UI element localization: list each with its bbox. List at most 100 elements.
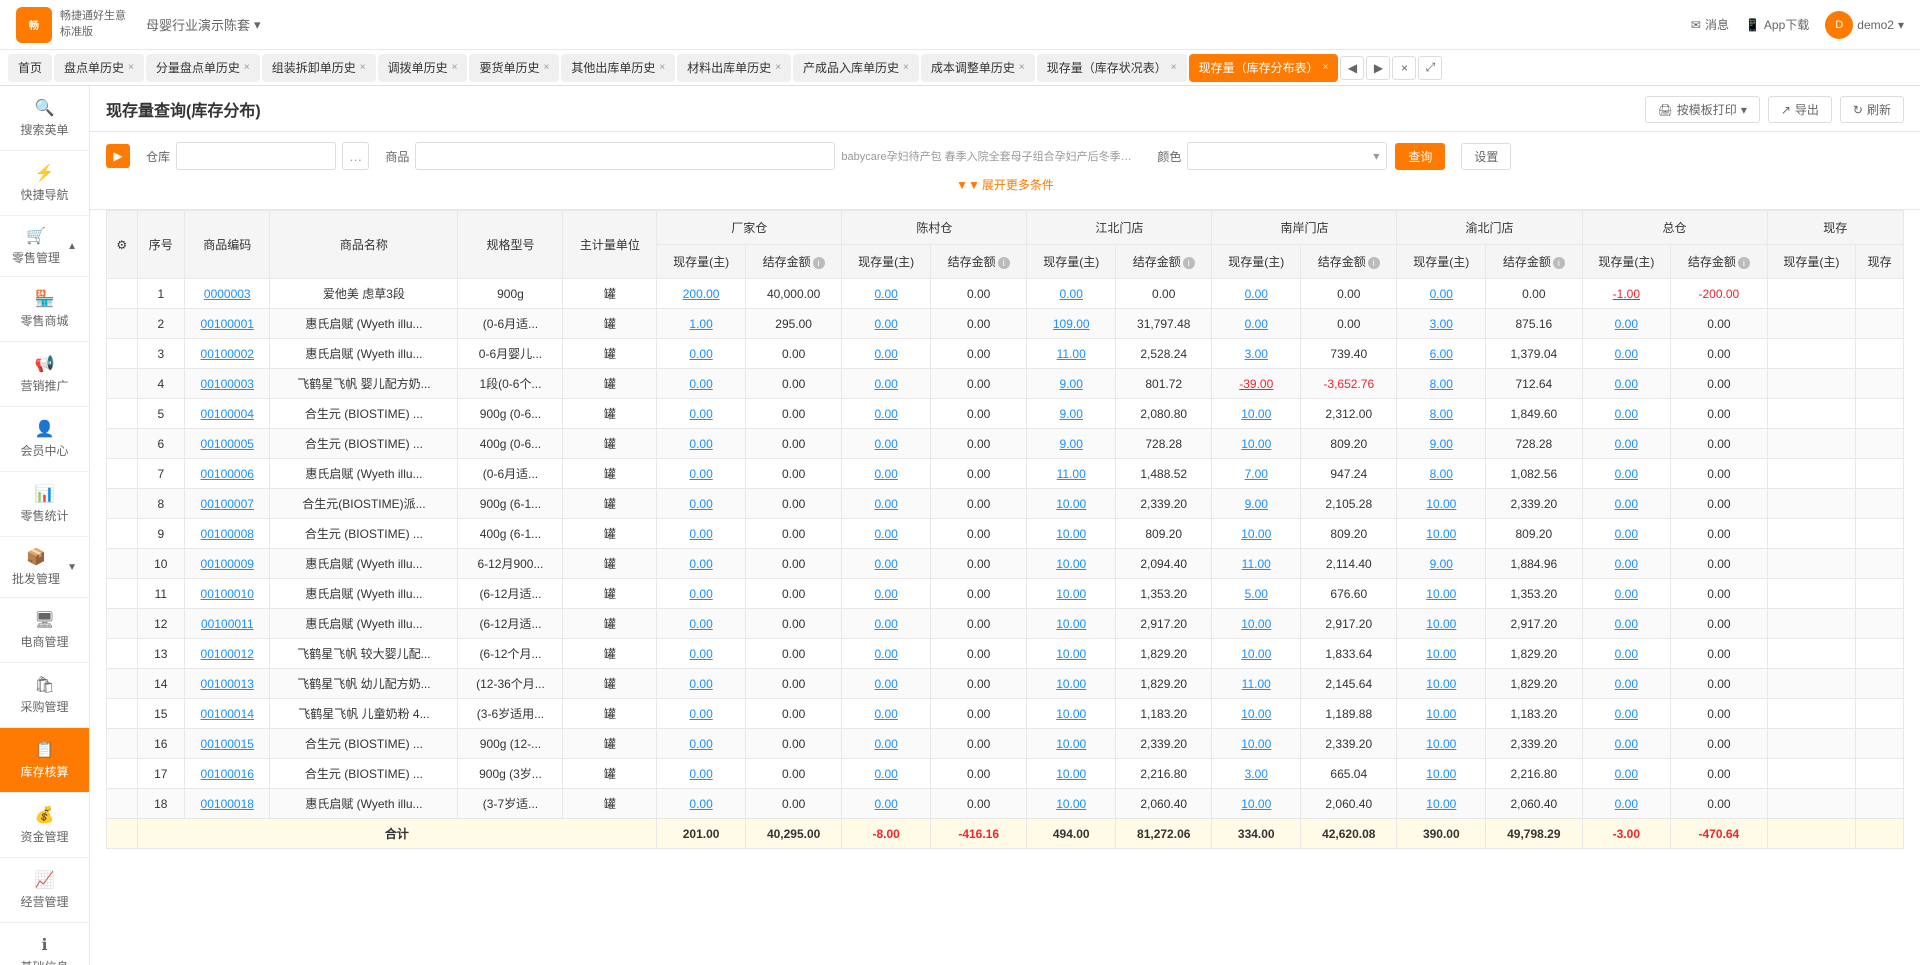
- stock-qty-cell[interactable]: 8.00: [1397, 459, 1486, 489]
- stock-qty-cell[interactable]: 7.00: [1212, 459, 1301, 489]
- query-btn[interactable]: 查询: [1395, 143, 1445, 170]
- stock-qty-cell[interactable]: 10.00: [1397, 759, 1486, 789]
- tab-next-btn[interactable]: ▶: [1366, 56, 1390, 80]
- stock-qty-cell[interactable]: 9.00: [1397, 549, 1486, 579]
- stock-qty-cell[interactable]: 0.00: [842, 459, 931, 489]
- stock-qty-cell[interactable]: 10.00: [1397, 639, 1486, 669]
- product-code-link[interactable]: 00100008: [185, 519, 270, 549]
- stock-qty-cell[interactable]: 109.00: [1027, 309, 1116, 339]
- stock-qty-cell[interactable]: 0.00: [657, 519, 746, 549]
- info-icon[interactable]: i: [998, 257, 1010, 269]
- stock-qty-cell[interactable]: 3.00: [1212, 759, 1301, 789]
- stock-qty-cell[interactable]: 0.00: [1582, 579, 1671, 609]
- stock-qty-cell[interactable]: 0.00: [1582, 429, 1671, 459]
- product-code-link[interactable]: 00100011: [185, 609, 270, 639]
- stock-qty-cell[interactable]: 8.00: [1397, 399, 1486, 429]
- stock-qty-cell[interactable]: 10.00: [1212, 639, 1301, 669]
- stock-qty-cell[interactable]: 11.00: [1212, 669, 1301, 699]
- stock-qty-cell[interactable]: 0.00: [657, 729, 746, 759]
- stock-qty-cell[interactable]: 11.00: [1212, 549, 1301, 579]
- message-btn[interactable]: ✉ 消息: [1691, 16, 1729, 33]
- tab-close-icon[interactable]: ×: [128, 62, 134, 73]
- stock-qty-cell[interactable]: 0.00: [657, 489, 746, 519]
- user-area[interactable]: D demo2 ▾: [1825, 11, 1904, 39]
- tab-transfer[interactable]: 调拨单历史 ×: [378, 54, 468, 82]
- stock-qty-cell[interactable]: -39.00: [1212, 369, 1301, 399]
- expand-conditions-btn[interactable]: ▼▼ 展开更多条件: [956, 176, 1054, 193]
- stock-qty-cell[interactable]: 10.00: [1212, 519, 1301, 549]
- stock-qty-cell[interactable]: 0.00: [842, 729, 931, 759]
- stock-qty-cell[interactable]: 11.00: [1027, 459, 1116, 489]
- stock-qty-cell[interactable]: 10.00: [1212, 699, 1301, 729]
- stock-qty-cell[interactable]: 0.00: [842, 519, 931, 549]
- product-input[interactable]: [415, 142, 835, 170]
- stock-qty-cell[interactable]: 0.00: [1582, 489, 1671, 519]
- stock-qty-cell[interactable]: 0.00: [1582, 699, 1671, 729]
- stock-qty-cell[interactable]: 11.00: [1027, 339, 1116, 369]
- tab-close-icon[interactable]: ×: [360, 62, 366, 73]
- product-code-link[interactable]: 00100015: [185, 729, 270, 759]
- tab-close-icon[interactable]: ×: [1019, 62, 1025, 73]
- suite-selector[interactable]: 母婴行业演示陈套 ▾: [146, 15, 261, 34]
- tab-close-icon[interactable]: ×: [543, 62, 549, 73]
- filter-toggle-btn[interactable]: ▶: [106, 144, 130, 168]
- product-code-link[interactable]: 00100005: [185, 429, 270, 459]
- stock-qty-cell[interactable]: 1.00: [657, 309, 746, 339]
- product-code-link[interactable]: 00100010: [185, 579, 270, 609]
- stock-qty-cell[interactable]: 0.00: [842, 279, 931, 309]
- stock-qty-cell[interactable]: 0.00: [657, 609, 746, 639]
- stock-qty-cell[interactable]: 10.00: [1027, 759, 1116, 789]
- stock-qty-cell[interactable]: 9.00: [1212, 489, 1301, 519]
- stock-qty-cell[interactable]: 0.00: [842, 669, 931, 699]
- tab-close-all-btn[interactable]: ×: [1392, 56, 1416, 80]
- stock-qty-cell[interactable]: 0.00: [842, 579, 931, 609]
- stock-qty-cell[interactable]: 10.00: [1397, 729, 1486, 759]
- info-icon[interactable]: i: [1738, 257, 1750, 269]
- tab-inventory-single[interactable]: 盘点单历史 ×: [54, 54, 144, 82]
- product-code-link[interactable]: 00100018: [185, 789, 270, 819]
- stock-qty-cell[interactable]: 3.00: [1212, 339, 1301, 369]
- tab-close-icon[interactable]: ×: [903, 62, 909, 73]
- stock-qty-cell[interactable]: 5.00: [1212, 579, 1301, 609]
- sidebar-item-member[interactable]: 👤 会员中心: [0, 407, 89, 472]
- stock-qty-cell[interactable]: 0.00: [657, 429, 746, 459]
- stock-qty-cell[interactable]: 0.00: [1582, 339, 1671, 369]
- tab-stock-dist[interactable]: 现存量（库存分布表） ×: [1189, 54, 1339, 82]
- info-icon[interactable]: i: [813, 257, 825, 269]
- stock-qty-cell[interactable]: 9.00: [1027, 399, 1116, 429]
- stock-qty-cell[interactable]: 0.00: [657, 459, 746, 489]
- stock-qty-cell[interactable]: 10.00: [1212, 789, 1301, 819]
- stock-qty-cell[interactable]: 0.00: [657, 669, 746, 699]
- product-code-link[interactable]: 00100004: [185, 399, 270, 429]
- stock-qty-cell[interactable]: 0.00: [657, 639, 746, 669]
- stock-qty-cell[interactable]: 10.00: [1027, 729, 1116, 759]
- tab-demand[interactable]: 要货单历史 ×: [469, 54, 559, 82]
- stock-qty-cell[interactable]: 10.00: [1397, 609, 1486, 639]
- stock-qty-cell[interactable]: 0.00: [842, 399, 931, 429]
- stock-qty-cell[interactable]: 10.00: [1027, 669, 1116, 699]
- stock-qty-cell[interactable]: 0.00: [842, 699, 931, 729]
- stock-qty-cell[interactable]: 10.00: [1212, 429, 1301, 459]
- tab-prev-btn[interactable]: ◀: [1340, 56, 1364, 80]
- sidebar-item-inventory[interactable]: 📋 库存核算: [0, 728, 89, 793]
- stock-qty-cell[interactable]: 10.00: [1027, 699, 1116, 729]
- stock-qty-cell[interactable]: 0.00: [842, 489, 931, 519]
- sidebar-item-retail-shop[interactable]: 🏪 零售商城: [0, 277, 89, 342]
- product-code-link[interactable]: 00100016: [185, 759, 270, 789]
- stock-qty-cell[interactable]: 0.00: [657, 759, 746, 789]
- info-icon[interactable]: i: [1183, 257, 1195, 269]
- stock-qty-cell[interactable]: 0.00: [1582, 729, 1671, 759]
- stock-qty-cell[interactable]: 0.00: [1582, 399, 1671, 429]
- sidebar-item-retail-mgmt[interactable]: 🛒 零售管理 ▲: [0, 216, 89, 277]
- stock-qty-cell[interactable]: 8.00: [1397, 369, 1486, 399]
- stock-qty-cell[interactable]: 10.00: [1027, 579, 1116, 609]
- product-code-link[interactable]: 00100014: [185, 699, 270, 729]
- info-icon[interactable]: i: [1368, 257, 1380, 269]
- stock-qty-cell[interactable]: 10.00: [1027, 549, 1116, 579]
- info-icon[interactable]: i: [1553, 257, 1565, 269]
- stock-qty-cell[interactable]: 10.00: [1212, 399, 1301, 429]
- stock-qty-cell[interactable]: 0.00: [1397, 279, 1486, 309]
- warehouse-input[interactable]: [176, 142, 336, 170]
- stock-qty-cell[interactable]: 10.00: [1212, 729, 1301, 759]
- stock-qty-cell[interactable]: 0.00: [842, 549, 931, 579]
